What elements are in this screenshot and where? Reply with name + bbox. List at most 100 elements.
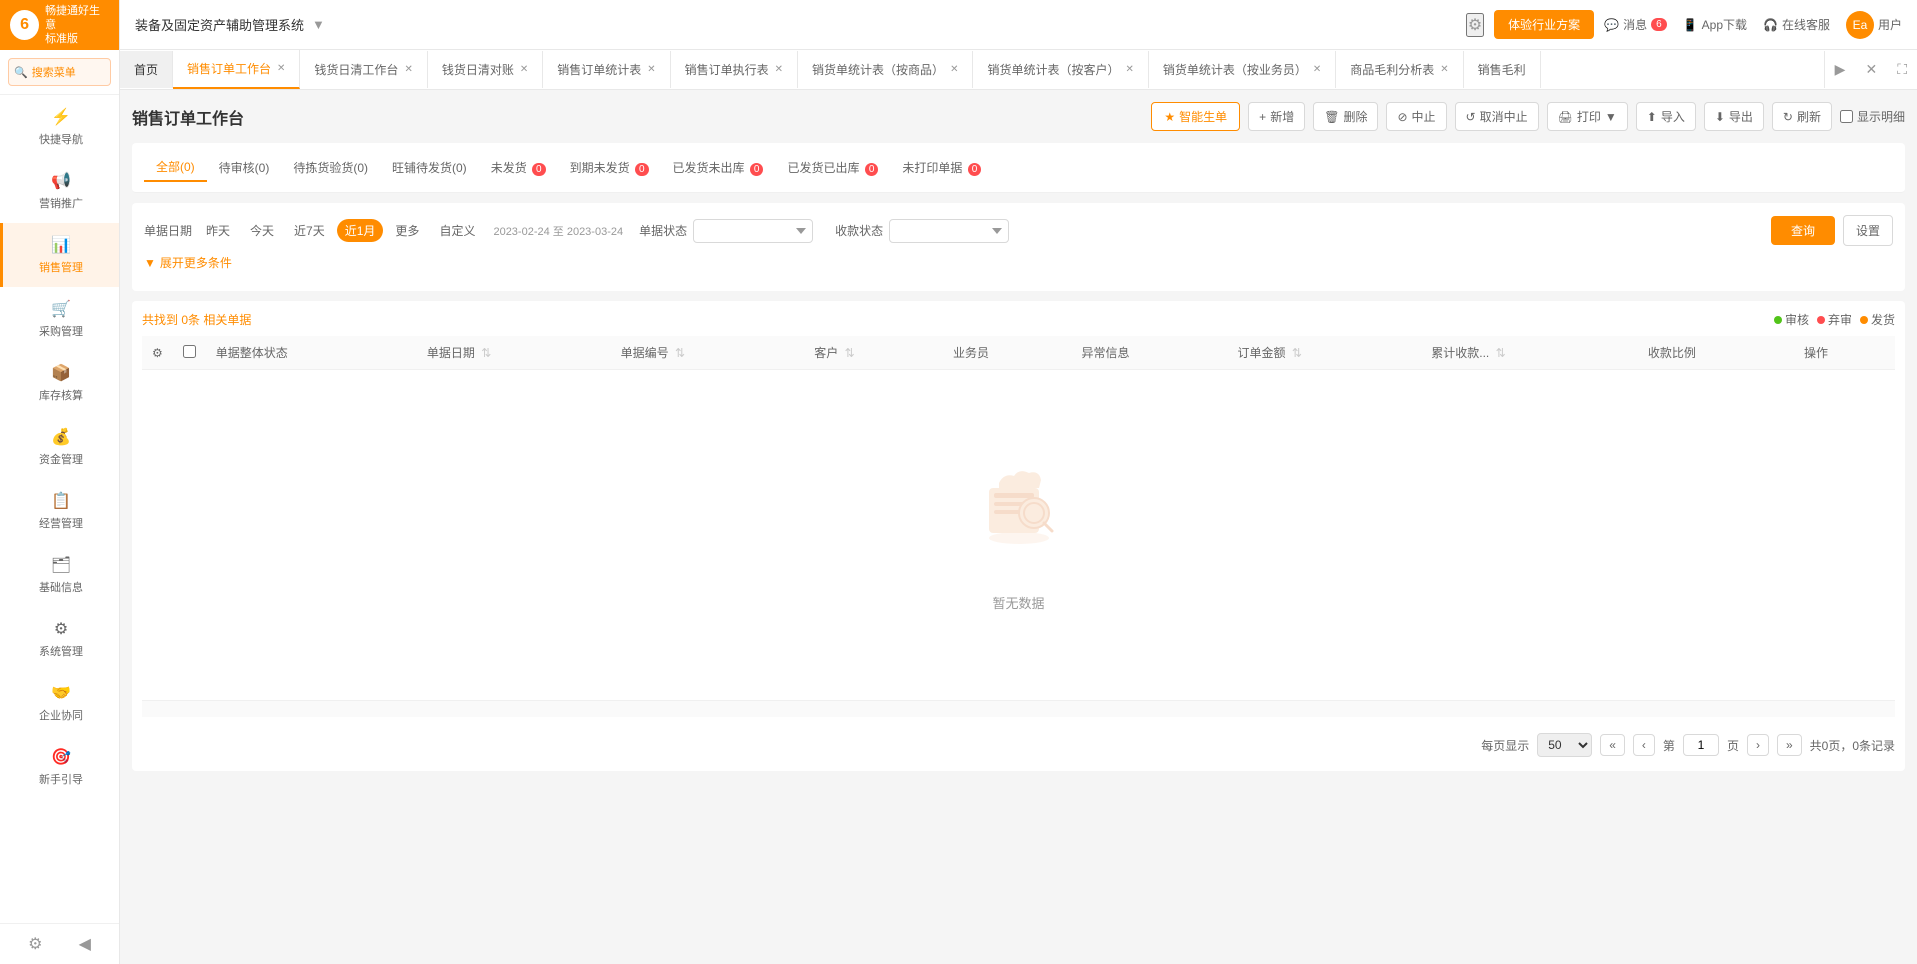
sidebar-item-finance[interactable]: 💰 资金管理 [0, 415, 119, 479]
horizontal-scrollbar[interactable] [142, 701, 1895, 717]
tab-sales-stat[interactable]: 销售订单统计表 ✕ [543, 51, 670, 88]
industry-solution-button[interactable]: 体验行业方案 [1494, 10, 1594, 39]
stop-button[interactable]: ⊘ 中止 [1386, 102, 1446, 131]
search-menu-button[interactable]: 🔍 搜索菜单 [8, 58, 111, 86]
export-icon: ⬇ [1715, 110, 1725, 124]
sidebar-item-basic[interactable]: 🗂 基础信息 [0, 543, 119, 607]
approve-batch-button[interactable]: 审核 [1774, 311, 1809, 328]
tab-sales-exec[interactable]: 销售订单执行表 ✕ [671, 51, 798, 88]
star-icon: ★ [1164, 110, 1175, 124]
first-page-button[interactable]: « [1600, 734, 1625, 756]
filter-tab-all[interactable]: 全部(0) [144, 153, 207, 182]
date-btn-7days[interactable]: 近7天 [286, 219, 333, 242]
import-button[interactable]: ⬆ 导入 [1636, 102, 1696, 131]
sidebar-item-inventory[interactable]: 📦 库存核算 [0, 351, 119, 415]
print-button[interactable]: 🖨 打印 ▼ [1547, 102, 1628, 131]
add-button[interactable]: + 新增 [1248, 102, 1305, 131]
filter-settings-button[interactable]: 设置 [1843, 215, 1893, 246]
date-btn-more[interactable]: 更多 [387, 219, 427, 242]
tab-close-product-margin[interactable]: ✕ [1440, 64, 1448, 75]
select-all-checkbox[interactable] [183, 345, 196, 358]
sidebar-item-guide[interactable]: 🎯 新手引导 [0, 735, 119, 799]
tab-close-sales-summary-customer[interactable]: ✕ [1125, 64, 1133, 75]
filter-tab-expired-not-shipped[interactable]: 到期未发货 0 [558, 154, 661, 181]
filter-tab-pending[interactable]: 待审核(0) [207, 154, 282, 181]
collected-sort-icon[interactable]: ⇅ [1496, 346, 1506, 360]
tab-close-sales-summary-staff[interactable]: ✕ [1313, 64, 1321, 75]
payment-filter-item: 收款状态 [835, 219, 1009, 243]
tab-sales-workbench[interactable]: 销售订单工作台 ✕ [173, 50, 300, 89]
sidebar-item-system[interactable]: ⚙ 系统管理 [0, 607, 119, 671]
per-page-label: 每页显示 [1481, 737, 1529, 754]
sidebar-item-purchase[interactable]: 🛒 采购管理 [0, 287, 119, 351]
page-number-input[interactable] [1683, 734, 1719, 756]
sidebar-item-marketing[interactable]: 📢 营销推广 [0, 159, 119, 223]
filter-tab-not-printed[interactable]: 未打印单据 0 [890, 154, 993, 181]
collapse-sidebar-icon[interactable]: ◀ [79, 934, 91, 954]
tab-home[interactable]: 首页 [120, 51, 173, 88]
tab-sales-summary-product[interactable]: 销货单统计表（按商品） ✕ [798, 51, 973, 88]
filter-tab-shipped-out[interactable]: 已发货已出库 0 [775, 154, 890, 181]
message-button[interactable]: 💬 消息 6 [1604, 16, 1667, 33]
topbar-settings-button[interactable]: ⚙ [1466, 13, 1484, 37]
filter-row-2: ▼ 展开更多条件 [144, 254, 1893, 271]
tab-cash-reconcile[interactable]: 钱货日清对账 ✕ [428, 51, 543, 88]
show-detail-checkbox[interactable] [1840, 110, 1853, 123]
last-page-button[interactable]: » [1777, 734, 1802, 756]
filter-tab-wangpu-ship[interactable]: 旺铺待发货(0) [380, 154, 479, 181]
expired-badge: 0 [635, 163, 649, 176]
online-service-button[interactable]: 🎧 在线客服 [1763, 16, 1830, 33]
refresh-button[interactable]: ↻ 刷新 [1772, 102, 1832, 131]
filter-tab-shipped-not-out[interactable]: 已发货未出库 0 [661, 154, 776, 181]
tab-scroll-right-icon[interactable]: ▶ [1825, 51, 1856, 88]
tab-sales-summary-customer[interactable]: 销货单统计表（按客户） ✕ [973, 51, 1148, 88]
tab-sales-summary-staff[interactable]: 销货单统计表（按业务员） ✕ [1149, 51, 1336, 88]
sidebar-item-operation[interactable]: 📋 经营管理 [0, 479, 119, 543]
customer-sort-icon[interactable]: ⇅ [845, 346, 855, 360]
sidebar-item-quick-nav[interactable]: ⚡ 快捷导航 [0, 95, 119, 159]
cancel-stop-button[interactable]: ↺ 取消中止 [1455, 102, 1539, 131]
tab-expand-icon[interactable]: ⛶ [1887, 51, 1917, 88]
app-download-button[interactable]: 📱 App下载 [1683, 16, 1747, 33]
tab-close-sales-summary-product[interactable]: ✕ [950, 64, 958, 75]
filter-tab-pending-inspect[interactable]: 待拣货验货(0) [281, 154, 380, 181]
number-sort-icon[interactable]: ⇅ [675, 346, 685, 360]
user-avatar: Ea [1846, 11, 1874, 39]
tab-product-margin[interactable]: 商品毛利分析表 ✕ [1336, 51, 1463, 88]
date-sort-icon[interactable]: ⇅ [481, 346, 491, 360]
sidebar-item-sales[interactable]: 📊 销售管理 [0, 223, 119, 287]
filter-tab-not-shipped[interactable]: 未发货 0 [479, 154, 558, 181]
tab-cash-daily[interactable]: 钱货日清工作台 ✕ [300, 51, 427, 88]
tab-close-sales-exec[interactable]: ✕ [775, 64, 783, 75]
smart-generate-button[interactable]: ★ 智能生单 [1151, 102, 1240, 131]
export-button[interactable]: ⬇ 导出 [1704, 102, 1764, 131]
tab-sales-profit[interactable]: 销售毛利 [1464, 51, 1541, 88]
payment-filter-select[interactable] [889, 219, 1009, 243]
date-btn-custom[interactable]: 自定义 [431, 219, 483, 242]
table-header: ⚙ 单据整体状态 单据日期 ⇅ 单据编号 ⇅ [142, 336, 1895, 370]
tab-close-sales-workbench[interactable]: ✕ [277, 63, 285, 74]
system-dropdown-icon[interactable]: ▼ [312, 17, 325, 32]
status-filter-select[interactable] [693, 219, 813, 243]
reject-batch-button[interactable]: 弃审 [1817, 311, 1852, 328]
next-page-button[interactable]: › [1747, 734, 1769, 756]
prev-page-button[interactable]: ‹ [1633, 734, 1655, 756]
empty-state-cell: 暂无数据 [142, 370, 1895, 701]
ship-batch-button[interactable]: 发货 [1860, 311, 1895, 328]
user-profile-button[interactable]: Ea 用户 [1846, 11, 1902, 39]
tab-close-all-icon[interactable]: ✕ [1855, 51, 1887, 88]
delete-button[interactable]: 🗑 删除 [1313, 102, 1378, 131]
sidebar-item-cooperation[interactable]: 🤝 企业协同 [0, 671, 119, 735]
per-page-select[interactable]: 10 20 50 100 [1537, 733, 1592, 757]
tab-close-sales-stat[interactable]: ✕ [647, 64, 655, 75]
tab-close-cash-daily[interactable]: ✕ [404, 64, 412, 75]
date-btn-today[interactable]: 今天 [242, 219, 282, 242]
date-btn-yesterday[interactable]: 昨天 [198, 219, 238, 242]
amount-sort-icon[interactable]: ⇅ [1292, 346, 1302, 360]
settings-bottom-icon[interactable]: ⚙ [28, 934, 42, 954]
query-button[interactable]: 查询 [1771, 216, 1835, 245]
guide-icon: 🎯 [51, 747, 71, 767]
expand-more-conditions-button[interactable]: ▼ 展开更多条件 [144, 254, 232, 271]
date-btn-1month[interactable]: 近1月 [337, 219, 384, 242]
tab-close-cash-reconcile[interactable]: ✕ [520, 64, 528, 75]
